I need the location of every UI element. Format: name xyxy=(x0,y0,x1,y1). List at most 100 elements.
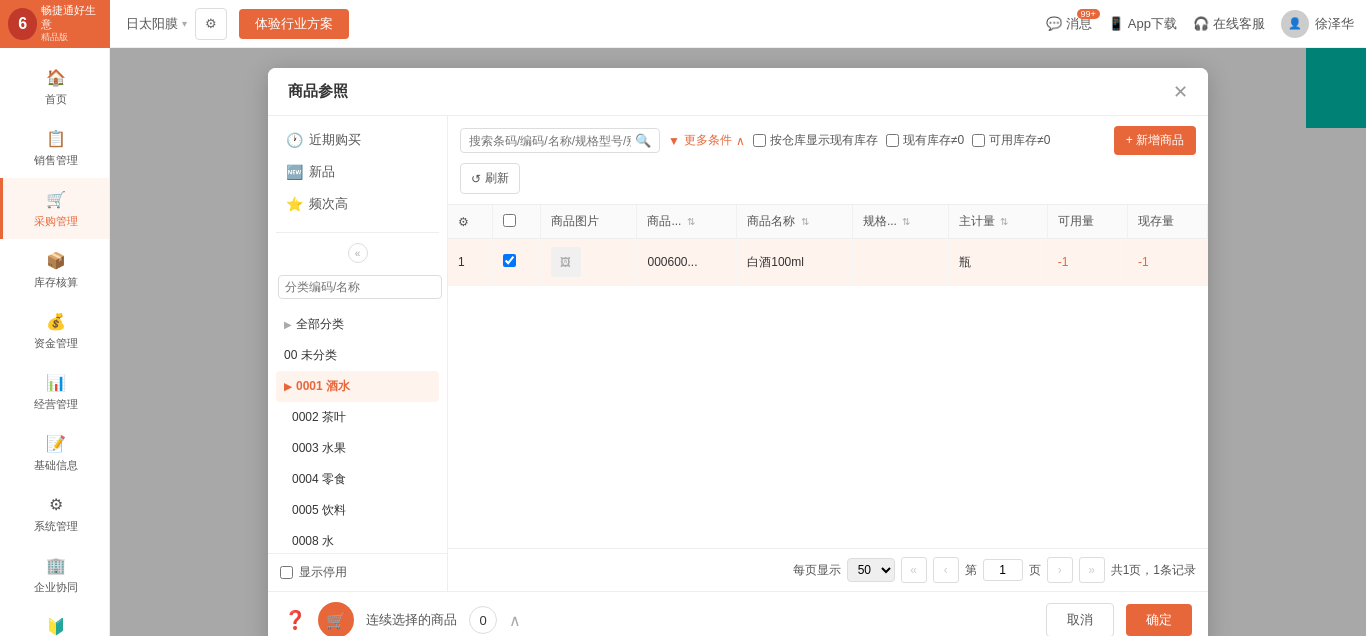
sidebar-item-inventory[interactable]: 📦 库存核算 xyxy=(0,239,109,300)
cat-0002[interactable]: 0002 茶叶 xyxy=(276,402,439,433)
nav-selector[interactable]: 日太阳膜 ▾ xyxy=(126,15,187,33)
checkbox-by-warehouse[interactable]: 按仓库显示现有库存 xyxy=(753,132,878,149)
table-row[interactable]: 1 🖼 000600... 白酒100ml xyxy=(448,239,1208,286)
category-search-row: 🔍 xyxy=(268,269,447,305)
gear-button[interactable]: ⚙ xyxy=(195,8,227,40)
col-check xyxy=(492,205,540,239)
nonzero-available-checkbox[interactable] xyxy=(972,134,985,147)
col-spec[interactable]: 规格... ⇅ xyxy=(852,205,948,239)
inventory-icon: 📦 xyxy=(45,249,67,271)
cell-code: 000600... xyxy=(637,239,737,286)
confirm-button[interactable]: 确定 xyxy=(1126,604,1192,636)
col-stock: 现存量 xyxy=(1127,205,1207,239)
prev-page-button[interactable]: ‹ xyxy=(933,557,959,583)
phone-icon: 📱 xyxy=(1108,16,1124,31)
product-table: ⚙ 商品图片 商品... ⇅ 商品名称 xyxy=(448,205,1208,286)
left-divider xyxy=(276,232,439,233)
category-search-input[interactable] xyxy=(278,275,442,299)
modal-footer: ❓ 🛒 连续选择的商品 0 ∧ 取消 确定 xyxy=(268,591,1208,636)
cell-unit: 瓶 xyxy=(948,239,1047,286)
page-size-select[interactable]: 50 xyxy=(847,558,895,582)
col-available[interactable]: 可用量 xyxy=(1047,205,1127,239)
tab-frequent[interactable]: ⭐ 频次高 xyxy=(276,188,439,220)
add-product-button[interactable]: + 新增商品 xyxy=(1114,126,1196,155)
guide-icon: 🔰 xyxy=(45,615,67,636)
modal-title: 商品参照 xyxy=(288,82,348,101)
table-body: 1 🖼 000600... 白酒100ml xyxy=(448,239,1208,286)
refresh-button[interactable]: ↺ 刷新 xyxy=(460,163,520,194)
sidebar-item-guide[interactable]: 🔰 新手引导 xyxy=(0,605,109,636)
logo-text: 畅捷通好生意 xyxy=(41,3,102,32)
next-page-button[interactable]: › xyxy=(1047,557,1073,583)
col-settings[interactable]: ⚙ xyxy=(448,205,492,239)
pagination-bar: 每页显示 50 « ‹ 第 页 › » 共1页，1条记录 xyxy=(448,548,1208,591)
cart-icon: 🛒 xyxy=(326,611,346,630)
tab-new[interactable]: 🆕 新品 xyxy=(276,156,439,188)
col-unit[interactable]: 主计量 ⇅ xyxy=(948,205,1047,239)
message-icon: 💬 xyxy=(1046,16,1062,31)
filter-button[interactable]: ▼ 更多条件 ∧ xyxy=(668,132,745,149)
user-area[interactable]: 👤 徐泽华 xyxy=(1281,10,1354,38)
cat-0004[interactable]: 0004 零食 xyxy=(276,464,439,495)
enterprise-icon: 🏢 xyxy=(45,554,67,576)
show-disabled-checkbox[interactable] xyxy=(280,566,293,579)
online-service-nav[interactable]: 🎧 在线客服 xyxy=(1193,15,1265,33)
cat-all[interactable]: ▶ 全部分类 xyxy=(276,309,439,340)
modal-header: 商品参照 ✕ xyxy=(268,68,1208,116)
checkbox-nonzero-stock[interactable]: 现有库存≠0 xyxy=(886,132,964,149)
cell-check[interactable] xyxy=(492,239,540,286)
sidebar-item-sales[interactable]: 📋 销售管理 xyxy=(0,117,109,178)
sidebar-item-enterprise[interactable]: 🏢 企业协同 xyxy=(0,544,109,605)
page-number-input[interactable] xyxy=(983,559,1023,581)
cat-00[interactable]: 00 未分类 xyxy=(276,340,439,371)
nonzero-stock-checkbox[interactable] xyxy=(886,134,899,147)
modal-backdrop: 商品参照 ✕ 🕐 近期购买 🆕 xyxy=(110,48,1366,636)
filter-icon: ▼ xyxy=(668,134,680,148)
cat-0005[interactable]: 0005 饮料 xyxy=(276,495,439,526)
trial-button[interactable]: 体验行业方案 xyxy=(239,9,349,39)
collapse-footer-icon[interactable]: ∧ xyxy=(509,611,521,630)
logo-sub: 精品版 xyxy=(41,31,102,44)
refresh-icon: ↺ xyxy=(471,172,481,186)
first-page-button[interactable]: « xyxy=(901,557,927,583)
headset-icon: 🎧 xyxy=(1193,16,1209,31)
logo-area: 6 畅捷通好生意 精品版 xyxy=(0,0,110,48)
col-image: 商品图片 xyxy=(540,205,637,239)
col-name[interactable]: 商品名称 ⇅ xyxy=(737,205,853,239)
messages-nav[interactable]: 💬 消息 99+ xyxy=(1046,15,1092,33)
collapse-left-button[interactable]: « xyxy=(348,243,368,263)
cat-0003[interactable]: 0003 水果 xyxy=(276,433,439,464)
sidebar-item-home[interactable]: 🏠 首页 xyxy=(0,56,109,117)
sidebar-item-basic[interactable]: 📝 基础信息 xyxy=(0,422,109,483)
sidebar-item-finance[interactable]: 💰 资金管理 xyxy=(0,300,109,361)
row-checkbox[interactable] xyxy=(503,254,516,267)
content-area: 商品参照 ✕ 🕐 近期购买 🆕 xyxy=(110,48,1366,636)
tab-recent[interactable]: 🕐 近期购买 xyxy=(276,124,439,156)
product-search-bar[interactable]: 🔍 xyxy=(460,128,660,153)
last-page-button[interactable]: » xyxy=(1079,557,1105,583)
sidebar-item-operation[interactable]: 📊 经营管理 xyxy=(0,361,109,422)
app-download-nav[interactable]: 📱 App下载 xyxy=(1108,15,1177,33)
sidebar-item-purchase[interactable]: 🛒 采购管理 xyxy=(0,178,109,239)
cart-button[interactable]: 🛒 xyxy=(318,602,354,636)
cat-0008[interactable]: 0008 水 xyxy=(276,526,439,553)
select-all-checkbox[interactable] xyxy=(503,214,516,227)
cart-count-badge: 0 xyxy=(469,606,497,634)
product-search-input[interactable] xyxy=(469,134,631,148)
image-placeholder-icon: 🖼 xyxy=(560,256,571,268)
by-warehouse-checkbox[interactable] xyxy=(753,134,766,147)
checkbox-nonzero-available[interactable]: 可用库存≠0 xyxy=(972,132,1050,149)
modal-right-panel: 🔍 ▼ 更多条件 ∧ 按仓库显示现有库存 xyxy=(448,116,1208,591)
cat-0001[interactable]: ▶ 0001 酒水 xyxy=(276,371,439,402)
cell-image: 🖼 xyxy=(540,239,637,286)
modal-close-button[interactable]: ✕ xyxy=(1173,83,1188,101)
help-icon[interactable]: ❓ xyxy=(284,609,306,631)
cell-seq: 1 xyxy=(448,239,492,286)
left-tabs: 🕐 近期购买 🆕 新品 ⭐ 频次高 xyxy=(268,116,447,228)
new-icon: 🆕 xyxy=(286,164,303,180)
product-table-wrap: ⚙ 商品图片 商品... ⇅ 商品名称 xyxy=(448,205,1208,548)
cancel-button[interactable]: 取消 xyxy=(1046,603,1114,636)
cell-stock: -1 xyxy=(1127,239,1207,286)
sidebar-item-system[interactable]: ⚙ 系统管理 xyxy=(0,483,109,544)
col-code[interactable]: 商品... ⇅ xyxy=(637,205,737,239)
